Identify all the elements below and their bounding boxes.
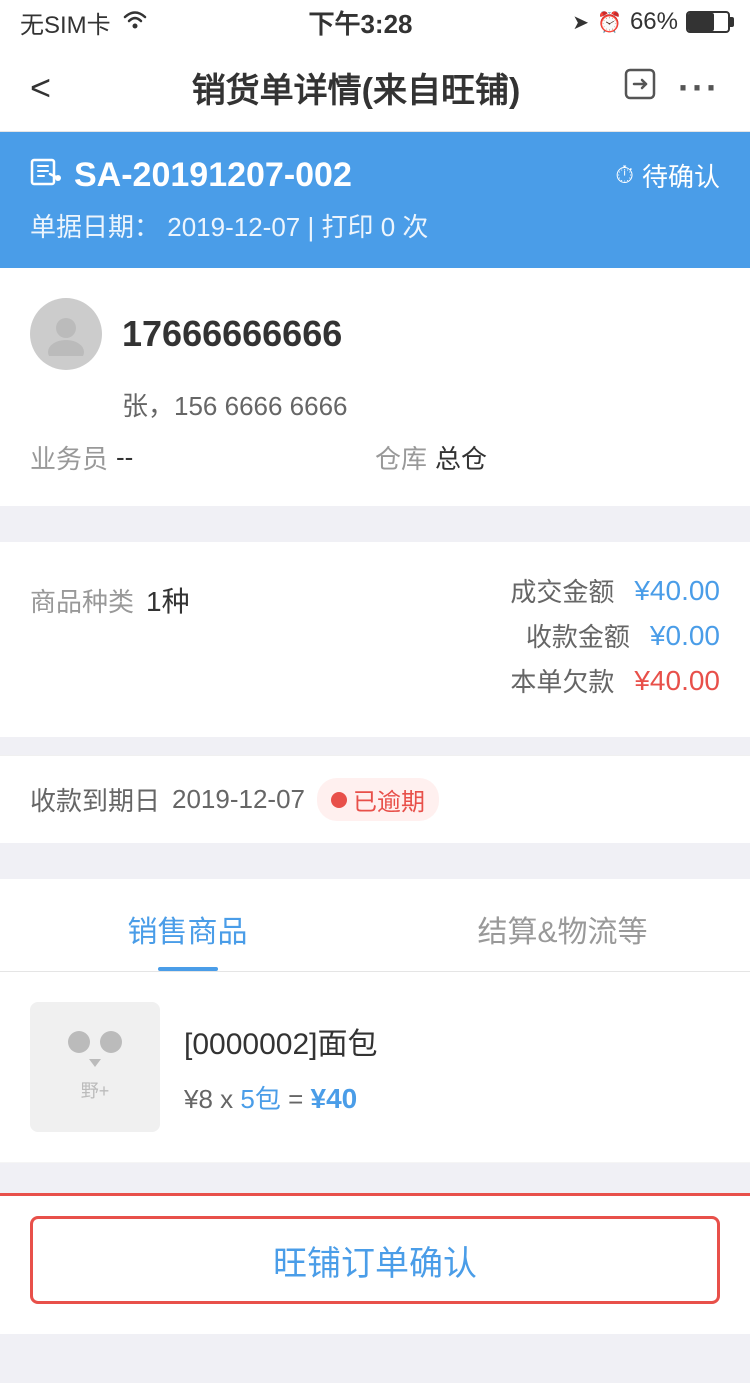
amount-value-2: ¥40.00: [634, 665, 720, 697]
order-id-icon: [30, 156, 62, 195]
due-date-value: 2019-12-07: [172, 784, 305, 815]
location-icon: ➤: [572, 10, 589, 35]
product-total: ¥40: [311, 1083, 358, 1114]
status-right: ➤ ⏰ 66%: [572, 8, 730, 36]
battery-icon: [686, 11, 730, 33]
customer-phone: 17666666666: [122, 313, 342, 355]
product-info: [0000002]面包 ¥8 x 5包 = ¥40: [184, 1019, 720, 1116]
warehouse-value: 总仓: [435, 439, 487, 476]
nav-bar: < 销货单详情(来自旺铺) ···: [0, 44, 750, 132]
status-bar: 无SIM卡 下午3:28 ➤ ⏰ 66%: [0, 0, 750, 44]
customer-name: 张，156 6666 6666: [122, 386, 720, 423]
amount-label-1: 收款金额: [526, 617, 630, 654]
order-id: SA-20191207-002: [30, 156, 352, 195]
amount-label-0: 成交金额: [510, 572, 614, 609]
divider-1: [0, 506, 750, 524]
overdue-dot-icon: [331, 792, 347, 808]
product-name: [0000002]面包: [184, 1019, 720, 1063]
overdue-badge: 已逾期: [317, 778, 439, 821]
divider-2: [0, 843, 750, 861]
more-button[interactable]: ···: [678, 67, 720, 109]
amount-value-0: ¥40.00: [634, 575, 720, 607]
nav-actions: ···: [622, 66, 720, 110]
product-section: 野+ [0000002]面包 ¥8 x 5包 = ¥40: [0, 972, 750, 1163]
due-section: 收款到期日 2019-12-07 已逾期: [0, 755, 750, 843]
order-id-text: SA-20191207-002: [74, 156, 352, 195]
share-button[interactable]: [622, 66, 658, 110]
due-date-label: 收款到期日: [30, 781, 160, 818]
amount-value-1: ¥0.00: [650, 620, 720, 652]
tab-sales-products[interactable]: 销售商品: [0, 879, 375, 971]
product-image: 野+: [30, 1002, 160, 1132]
summary-section: 商品种类 1种 成交金额 ¥40.00 收款金额 ¥0.00 本单欠款 ¥40.…: [0, 542, 750, 737]
overdue-text: 已逾期: [353, 782, 425, 817]
battery-percent: 66%: [630, 8, 678, 36]
tabs-section: 销售商品 结算&物流等: [0, 879, 750, 972]
header-card: SA-20191207-002 ⏱ 待确认 单据日期： 2019-12-07 |…: [0, 132, 750, 268]
summary-amounts: 成交金额 ¥40.00 收款金额 ¥0.00 本单欠款 ¥40.00: [510, 572, 720, 707]
status-clock-icon: ⏱: [615, 162, 634, 190]
product-type-label: 商品种类: [30, 582, 134, 619]
customer-section: 17666666666 张，156 6666 6666 业务员 -- 仓库 总仓: [0, 268, 750, 506]
bottom-bar: 旺铺订单确认: [0, 1193, 750, 1334]
amount-label-2: 本单欠款: [510, 662, 614, 699]
wifi-icon: [121, 8, 149, 36]
product-type-value: 1种: [146, 580, 190, 620]
status-time: 下午3:28: [308, 4, 412, 41]
multiply-sign: x: [220, 1084, 240, 1114]
page-title: 销货单详情(来自旺铺): [192, 63, 521, 112]
order-date: 单据日期： 2019-12-07 | 打印 0 次: [30, 207, 720, 244]
product-price: ¥8 x 5包 = ¥40: [184, 1079, 720, 1116]
warehouse-label: 仓库: [375, 439, 427, 476]
alarm-icon: ⏰: [597, 10, 622, 35]
back-button[interactable]: <: [30, 67, 90, 109]
carrier-text: 无SIM卡: [20, 5, 111, 40]
unit-price: ¥8: [184, 1084, 213, 1114]
customer-avatar: [30, 298, 102, 370]
product-qty: 5包: [240, 1084, 280, 1114]
confirm-order-button[interactable]: 旺铺订单确认: [30, 1216, 720, 1304]
equals-sign: =: [288, 1084, 310, 1114]
order-status: ⏱ 待确认: [615, 157, 720, 194]
customer-meta: 业务员 -- 仓库 总仓: [30, 439, 720, 476]
tab-settlement[interactable]: 结算&物流等: [375, 879, 750, 971]
status-text: 待确认: [642, 157, 720, 194]
sales-label: 业务员: [30, 439, 108, 476]
sales-value: --: [116, 442, 133, 473]
status-left: 无SIM卡: [20, 5, 149, 40]
product-item: 野+ [0000002]面包 ¥8 x 5包 = ¥40: [0, 972, 750, 1163]
